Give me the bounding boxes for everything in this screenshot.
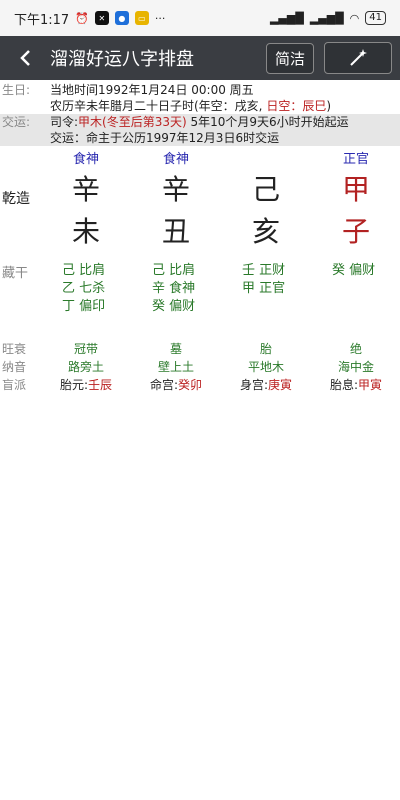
- zhi-month: 丑: [161, 215, 190, 248]
- signal-icon: ▂▄▆█: [269, 11, 304, 25]
- wangshuai-hour: 绝: [349, 342, 362, 356]
- app-notification-icon-2: ●: [114, 11, 129, 25]
- more-notifications-icon: ···: [154, 11, 166, 25]
- info-section: 生日: 当地时间1992年1月24日 00:00 周五 农历辛未年腊月二十日子时…: [0, 82, 400, 146]
- status-time: 下午1:17: [14, 12, 70, 28]
- nayin-day: 平地木: [247, 360, 284, 374]
- signal-icon-2: ▂▄▆█: [309, 11, 344, 25]
- luck-label: 交运:: [2, 115, 31, 129]
- qianzao-label: 乾造: [2, 191, 30, 207]
- birth-line-1: 当地时间1992年1月24日 00:00 周五: [50, 83, 254, 97]
- luck-line-2: 交运：命主于公历1997年12月3日6时交运: [50, 131, 280, 145]
- app-header: 溜溜好运八字排盘 简洁: [0, 36, 400, 80]
- back-button[interactable]: [8, 41, 42, 75]
- shishen-hour: 正官: [342, 152, 369, 167]
- canggan-col-month: 己 比肩 辛 食神 癸 偏财: [152, 263, 196, 314]
- details-table: 旺衰 冠带 墓 胎 绝 纳音 路旁土 壁上土 平地木 海中金 盲派 胎元:壬辰 …: [0, 340, 400, 400]
- nayin-year: 路旁土: [67, 360, 104, 374]
- mangpai-taiyuan: 胎元:壬辰: [59, 378, 113, 392]
- nayin-label: 纳音: [2, 360, 27, 374]
- canggan-col-day: 壬 正财 甲 正官: [242, 263, 286, 296]
- nayin-month: 壁上土: [157, 360, 194, 374]
- wangshuai-label: 旺衰: [2, 342, 27, 356]
- siling-value: 甲木(冬至后第33天): [78, 115, 187, 129]
- gan-hour: 甲: [341, 173, 370, 206]
- birth-line-2: 农历辛未年腊月二十日子时(年空：戌亥, 日空：辰巳): [50, 99, 332, 113]
- gan-year: 辛: [71, 173, 100, 206]
- alarm-icon: ⏰: [75, 11, 89, 25]
- shishen-year: 食神: [72, 152, 99, 167]
- wangshuai-month: 墓: [169, 342, 182, 356]
- shishen-month: 食神: [162, 152, 189, 167]
- wangshuai-day: 胎: [259, 342, 272, 356]
- canggan-col-hour: 癸 偏财: [332, 263, 376, 278]
- app-notification-icon-3: ▭: [134, 11, 149, 25]
- magic-wand-button[interactable]: [324, 42, 392, 74]
- zhi-day: 亥: [251, 215, 280, 248]
- gan-month: 辛: [161, 173, 190, 206]
- luck-line-1: 司令:甲木(冬至后第33天) 5年10个月9天6小时开始起运: [50, 115, 349, 129]
- canggan-col-year: 己 比肩 乙 七杀 丁 偏印: [62, 263, 106, 314]
- nayin-hour: 海中金: [337, 360, 374, 374]
- page-title: 溜溜好运八字排盘: [50, 49, 194, 70]
- day-void: 日空：辰巳: [266, 99, 327, 113]
- app-notification-icon: ✕: [94, 11, 109, 25]
- birth-label: 生日:: [2, 83, 31, 97]
- status-bar: 下午1:17 ⏰ ✕ ● ▭ ··· ▂▄▆█ ▂▄▆█ ◠ 41: [0, 0, 400, 36]
- mangpai-label: 盲派: [2, 378, 27, 392]
- back-arrow-icon: [20, 50, 30, 66]
- wifi-icon: ◠: [349, 11, 360, 25]
- mangpai-minggong: 命宫:癸卯: [149, 378, 203, 392]
- gan-day: 己: [251, 173, 280, 206]
- mangpai-shengong: 身宫:庚寅: [239, 378, 293, 392]
- canggan-section: 藏干 己 比肩 乙 七杀 丁 偏印 己 比肩 辛 食神 癸 偏财 壬 正财 甲 …: [0, 256, 400, 334]
- magic-wand-icon: [350, 49, 367, 66]
- zhi-year: 未: [71, 215, 100, 248]
- simple-mode-button[interactable]: 简洁: [265, 42, 314, 74]
- four-pillars: 乾造 食神 食神 正官 辛 辛 己 甲 未 丑 亥 子: [0, 146, 400, 256]
- battery-icon: 41: [365, 11, 386, 25]
- wangshuai-year: 冠带: [73, 342, 98, 356]
- zhi-hour: 子: [341, 215, 370, 248]
- canggan-label: 藏干: [2, 266, 29, 281]
- mangpai-taixi: 胎息:甲寅: [329, 378, 383, 392]
